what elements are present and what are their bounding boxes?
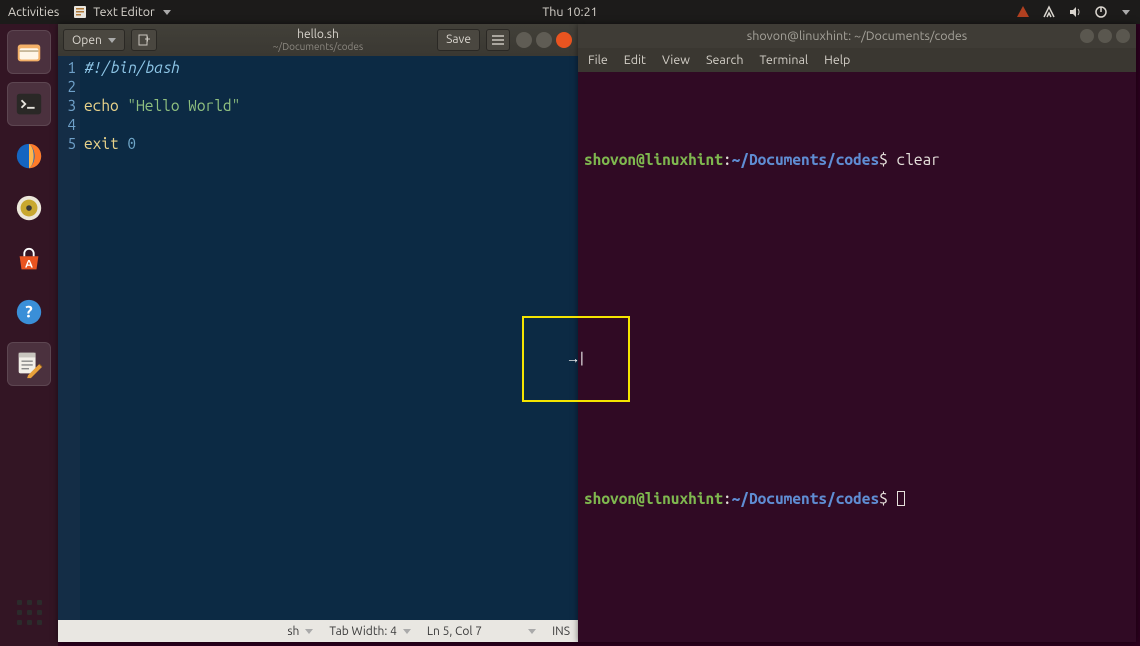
menu-search[interactable]: Search (706, 53, 744, 67)
network-icon[interactable] (1042, 5, 1056, 19)
clock[interactable]: Thu 10:21 (542, 5, 597, 19)
menu-terminal[interactable]: Terminal (760, 53, 809, 67)
terminal-cursor (897, 491, 905, 506)
new-document-icon (137, 33, 151, 47)
chevron-down-icon (528, 629, 536, 634)
maximize-button[interactable] (1098, 29, 1112, 43)
dock-firefox[interactable] (7, 134, 51, 178)
text-editor-window: Open hello.sh ~/Documents/codes Save 1 2… (58, 24, 578, 642)
save-button[interactable]: Save (437, 29, 480, 51)
terminal-title: shovon@linuxhint: ~/Documents/codes (747, 29, 967, 43)
terminal-line: shovon@linuxhint:~/Documents/codes$ clea… (584, 150, 1130, 169)
cursor-position[interactable]: Ln 5, Col 7 (427, 625, 482, 638)
editor-textview[interactable]: 1 2 3 4 5 #!/bin/bash echo "Hello World"… (58, 56, 578, 620)
editor-headerbar: Open hello.sh ~/Documents/codes Save (58, 24, 578, 56)
hamburger-icon (491, 34, 505, 46)
menu-help[interactable]: Help (824, 53, 850, 67)
maximize-button[interactable] (536, 32, 552, 48)
gnome-topbar: Activities Text Editor Thu 10:21 (0, 0, 1140, 24)
terminal-line: shovon@linuxhint:~/Documents/codes$ (584, 489, 1130, 508)
tabwidth-selector[interactable]: Tab Width: 4 (329, 625, 410, 638)
close-button[interactable] (556, 32, 572, 48)
svg-text:?: ? (25, 303, 32, 322)
line-number-gutter: 1 2 3 4 5 (58, 56, 80, 620)
activities-button[interactable]: Activities (8, 5, 59, 19)
open-button[interactable]: Open (63, 29, 125, 51)
chevron-down-icon (108, 38, 116, 43)
dock: A ? (0, 24, 58, 646)
chevron-down-icon (403, 629, 411, 634)
menu-view[interactable]: View (662, 53, 690, 67)
close-button[interactable] (1116, 29, 1130, 43)
menu-edit[interactable]: Edit (624, 53, 646, 67)
chevron-down-icon (305, 629, 313, 634)
svg-text:A: A (25, 259, 33, 271)
dock-help[interactable]: ? (7, 290, 51, 334)
chevron-down-icon (163, 10, 171, 15)
text-editor-icon (73, 5, 87, 19)
menu-file[interactable]: File (588, 53, 608, 67)
terminal-window: shovon@linuxhint: ~/Documents/codes File… (578, 24, 1136, 642)
terminal-menubar: File Edit View Search Terminal Help (578, 48, 1136, 72)
minimize-button[interactable] (1080, 29, 1094, 43)
minimize-button[interactable] (516, 32, 532, 48)
terminal-textview[interactable]: shovon@linuxhint:~/Documents/codes$ clea… (578, 72, 1136, 642)
dock-terminal[interactable] (7, 82, 51, 126)
chevron-down-icon (1122, 10, 1130, 15)
terminal-titlebar: shovon@linuxhint: ~/Documents/codes (578, 24, 1136, 48)
apps-grid-icon (17, 600, 42, 625)
window-title: hello.sh ~/Documents/codes (273, 28, 364, 52)
code-area[interactable]: #!/bin/bash echo "Hello World" exit 0 (80, 56, 240, 620)
power-icon[interactable] (1094, 5, 1108, 19)
editor-statusbar: sh Tab Width: 4 Ln 5, Col 7 INS (58, 620, 578, 642)
volume-icon[interactable] (1068, 5, 1082, 19)
resize-cursor-icon: →| (566, 350, 584, 366)
appmenu-button[interactable]: Text Editor (73, 5, 171, 19)
dock-files[interactable] (7, 30, 51, 74)
insert-mode[interactable]: INS (552, 625, 570, 638)
menu-button[interactable] (486, 29, 510, 51)
language-selector[interactable]: sh (287, 625, 313, 638)
dock-rhythmbox[interactable] (7, 186, 51, 230)
new-tab-button[interactable] (131, 29, 157, 51)
dock-text-editor[interactable] (7, 342, 51, 386)
warning-icon[interactable] (1016, 5, 1030, 19)
dock-software[interactable]: A (7, 238, 51, 282)
show-apps-button[interactable] (9, 592, 49, 632)
